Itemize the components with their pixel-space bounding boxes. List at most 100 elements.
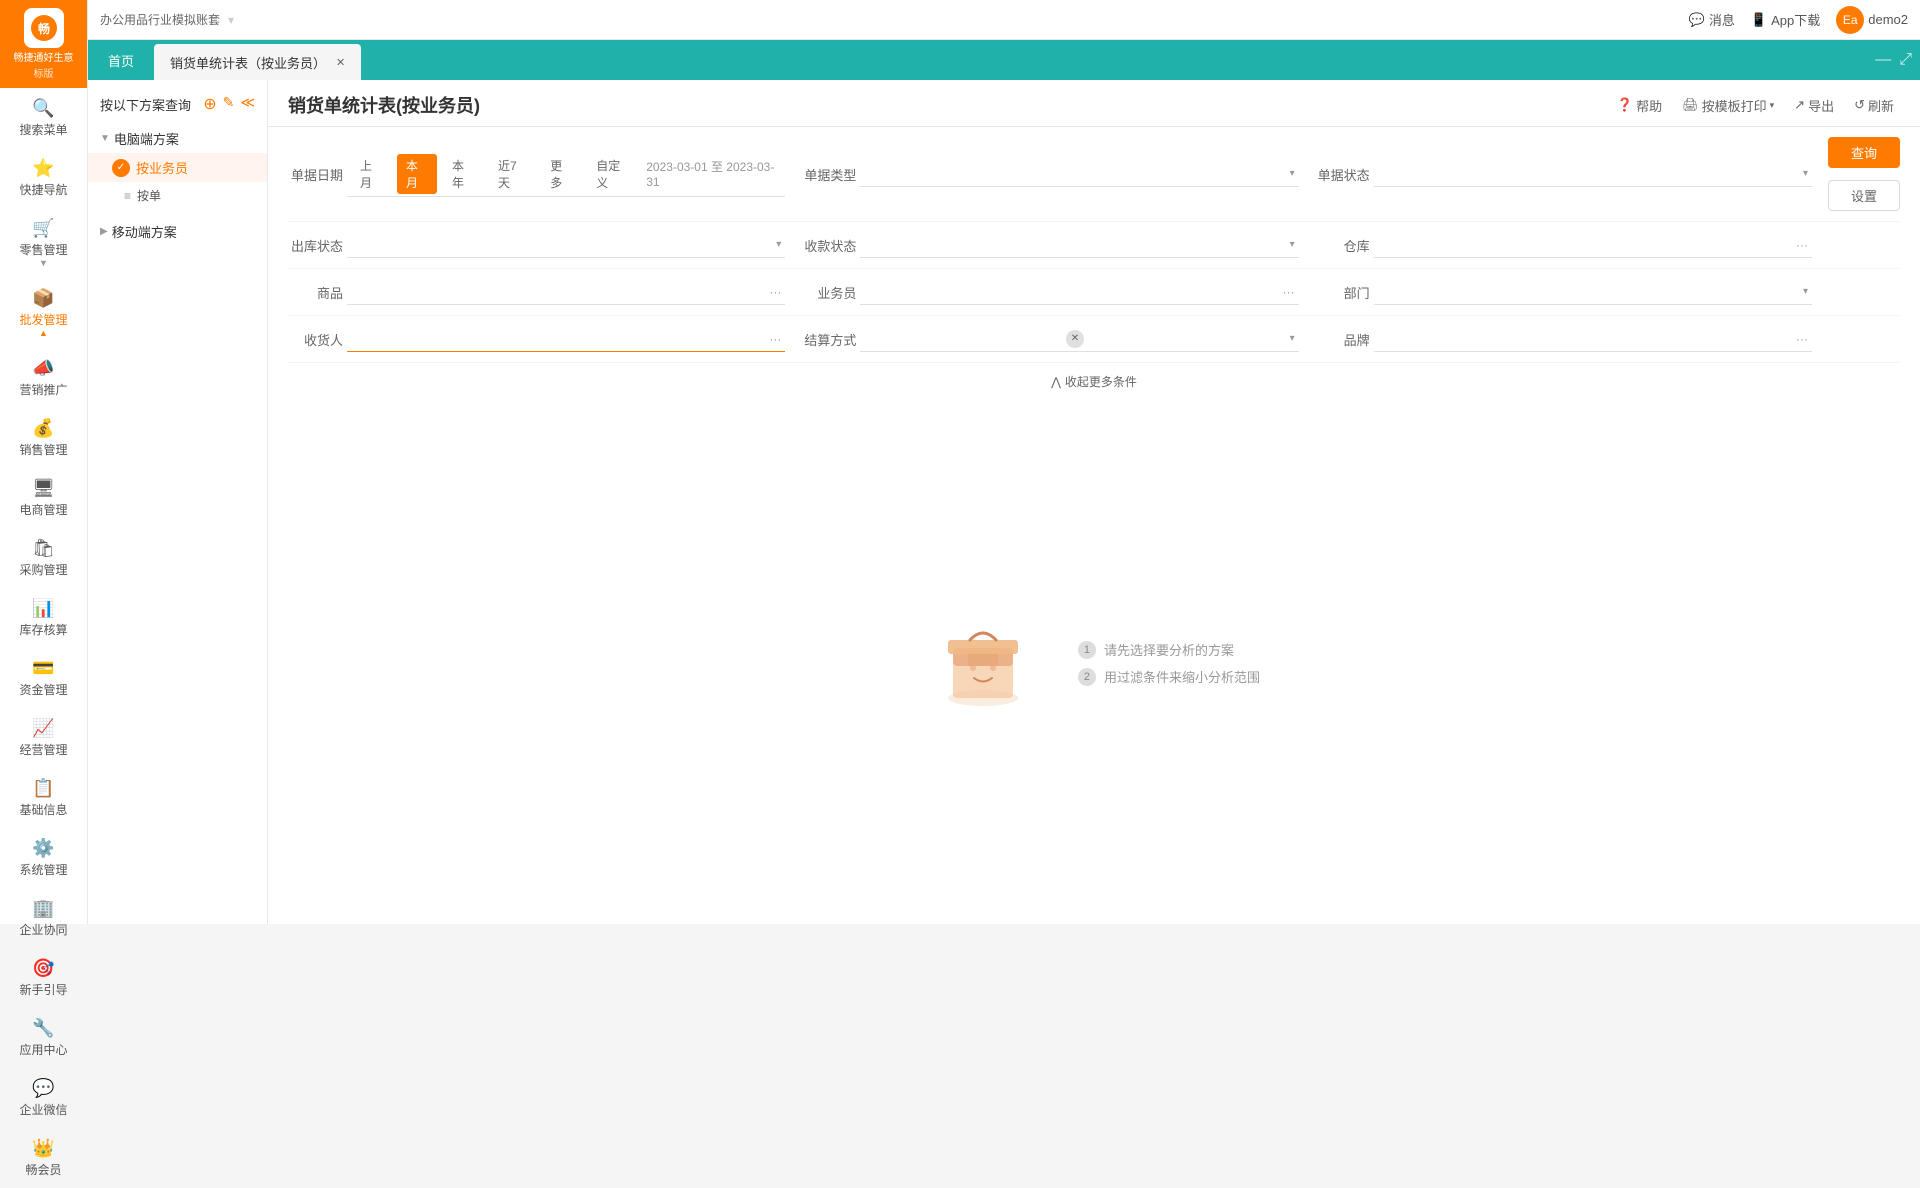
salesperson-dots[interactable]: ··· — [1283, 285, 1295, 299]
bill-type-select[interactable]: ▾ — [860, 161, 1298, 187]
tab-sales-stats[interactable]: 销货单统计表（按业务员） ✕ — [154, 44, 361, 80]
payment-label: 收款状态 — [801, 236, 856, 255]
tree-item-salesperson[interactable]: ✓ 按业务员 — [88, 153, 267, 182]
warehouse-dots[interactable]: ··· — [1796, 238, 1808, 252]
step-1-text: 请先选择要分析的方案 — [1104, 640, 1234, 659]
goods-select[interactable]: ··· — [347, 279, 785, 305]
step-2-text: 用过滤条件来缩小分析范围 — [1104, 667, 1260, 686]
purchase-icon: 🛍 — [32, 538, 55, 559]
sidebar-item-newbie[interactable]: 🎯 新手引导 — [0, 948, 87, 1008]
ecommerce-icon: 🖥 — [32, 478, 55, 499]
sidebar-item-retail-label: 零售管理 — [19, 241, 67, 258]
date-options: 上月 本月 本年 近7天 更多 自定义 — [351, 154, 638, 194]
tree-mobile-label[interactable]: ▶ 移动端方案 — [88, 217, 267, 246]
date-btn-this-month[interactable]: 本月 — [397, 154, 437, 194]
refresh-btn[interactable]: ↺ 刷新 — [1848, 93, 1900, 118]
sidebar-item-app-center[interactable]: 🔧 应用中心 — [0, 1008, 87, 1068]
receiver-label: 收货人 — [288, 330, 343, 349]
sidebar-item-ecommerce[interactable]: 🖥 电商管理 — [0, 468, 87, 528]
sales-icon: 💰 — [32, 418, 54, 439]
bill-status-select[interactable]: ▾ — [1374, 161, 1812, 187]
date-btn-more[interactable]: 更多 — [541, 154, 581, 194]
brand-dots[interactable]: ··· — [1796, 332, 1808, 346]
sidebar-item-basic-info[interactable]: 📋 基础信息 — [0, 768, 87, 828]
app-download-btn[interactable]: 📱 App下载 — [1751, 10, 1820, 29]
goods-dots[interactable]: ··· — [769, 285, 781, 299]
wechat-icon: 💬 — [32, 1078, 54, 1099]
print-icon: 🖨 — [1682, 97, 1699, 113]
wholesale-icon: 📦 — [32, 288, 54, 309]
date-range-text: 2023-03-01 至 2023-03-31 — [646, 158, 781, 189]
edit-scheme-icon[interactable]: ✎ — [223, 94, 235, 114]
right-content: 销货单统计表(按业务员) ❓ 帮助 🖨 按模板打印 ▾ ↗ 导出 — [268, 80, 1920, 924]
salesperson-select[interactable]: ··· — [860, 279, 1298, 305]
sidebar-item-member[interactable]: 👑 畅会员 — [0, 1128, 87, 1188]
tab-minimize-icon[interactable]: — — [1875, 51, 1891, 69]
outbound-arrow: ▾ — [776, 239, 781, 250]
date-btn-this-year[interactable]: 本年 — [443, 154, 483, 194]
page-actions: ❓ 帮助 🖨 按模板打印 ▾ ↗ 导出 ↺ 刷新 — [1611, 93, 1900, 118]
sidebar-item-retail[interactable]: 🛒 零售管理 ▼ — [0, 208, 87, 278]
sidebar-item-quick-nav[interactable]: ⭐ 快捷导航 — [0, 148, 87, 208]
export-icon: ↗ — [1794, 97, 1805, 113]
collapse-btn[interactable]: ⋀ 收起更多条件 — [1045, 367, 1143, 396]
help-label: 帮助 — [1636, 96, 1662, 115]
empty-illustration — [928, 608, 1038, 718]
tree-desktop-label[interactable]: ▼ 电脑端方案 — [88, 124, 267, 153]
tab-close-icon[interactable]: ✕ — [336, 56, 345, 69]
outbound-select[interactable]: ▾ — [347, 232, 785, 258]
department-select[interactable]: ▾ — [1374, 279, 1812, 305]
empty-step-1: 1 请先选择要分析的方案 — [1078, 640, 1260, 659]
refresh-label: 刷新 — [1868, 96, 1894, 115]
sidebar-item-enterprise[interactable]: 🏢 企业协同 — [0, 888, 87, 948]
date-label: 单据日期 — [288, 165, 343, 184]
collapse-panel-icon[interactable]: ≪ — [240, 94, 255, 114]
date-btn-last-month[interactable]: 上月 — [351, 154, 391, 194]
warehouse-select[interactable]: ··· — [1374, 232, 1812, 258]
tab-bar-right: — ⤢ — [1875, 51, 1920, 69]
settlement-clear-btn[interactable]: ✕ — [1066, 330, 1084, 348]
basic-info-icon: 📋 — [32, 778, 54, 799]
user-avatar[interactable]: Ea demo2 — [1836, 6, 1908, 34]
sidebar-item-purchase[interactable]: 🛍 采购管理 — [0, 528, 87, 588]
query-button[interactable]: 查询 — [1828, 137, 1900, 168]
print-btn[interactable]: 🖨 按模板打印 ▾ — [1676, 93, 1780, 118]
settings-button[interactable]: 设置 — [1828, 180, 1900, 211]
sidebar-item-sales-label: 销售管理 — [19, 441, 67, 458]
sidebar-item-sales[interactable]: 💰 销售管理 — [0, 408, 87, 468]
finance-icon: 💳 — [32, 658, 54, 679]
sidebar-item-wechat[interactable]: 💬 企业微信 — [0, 1068, 87, 1128]
sidebar-item-operations[interactable]: 📈 经营管理 — [0, 708, 87, 768]
active-dot: ✓ — [112, 159, 130, 177]
date-btn-7days[interactable]: 近7天 — [489, 154, 535, 194]
empty-content: 1 请先选择要分析的方案 2 用过滤条件来缩小分析范围 — [928, 608, 1260, 718]
export-btn[interactable]: ↗ 导出 — [1788, 93, 1840, 118]
tree-arrow-desktop: ▼ — [100, 133, 110, 144]
sidebar-item-wholesale[interactable]: 📦 批发管理 ▲ — [0, 278, 87, 348]
message-btn[interactable]: 💬 消息 — [1689, 10, 1735, 29]
receiver-dots[interactable]: ··· — [769, 332, 781, 346]
brand-select[interactable]: ··· — [1374, 326, 1812, 352]
sidebar-item-search[interactable]: 🔍 搜索菜单 — [0, 88, 87, 148]
tab-home[interactable]: 首页 — [88, 40, 154, 80]
breadcrumb-text: 办公用品行业模拟账套 — [100, 11, 220, 28]
sidebar-item-newbie-label: 新手引导 — [19, 981, 67, 998]
help-btn[interactable]: ❓ 帮助 — [1611, 93, 1668, 118]
payment-select[interactable]: ▾ — [860, 232, 1298, 258]
logo[interactable]: 畅 畅捷通好生意 标版 — [0, 0, 87, 88]
sidebar-item-system[interactable]: ⚙️ 系统管理 — [0, 828, 87, 888]
sidebar-item-wechat-label: 企业微信 — [19, 1101, 67, 1118]
department-arrow: ▾ — [1803, 286, 1808, 297]
tree-mobile: ▶ 移动端方案 — [88, 213, 267, 250]
receiver-input[interactable]: ··· — [347, 326, 785, 352]
tab-maximize-icon[interactable]: ⤢ — [1899, 51, 1912, 69]
add-scheme-icon[interactable]: ⊕ — [203, 94, 216, 114]
settlement-select[interactable]: ✕ ▾ — [860, 326, 1298, 352]
date-btn-custom[interactable]: 自定义 — [587, 154, 638, 194]
sidebar-item-marketing[interactable]: 📣 营销推广 — [0, 348, 87, 408]
warehouse-label: 仓库 — [1315, 236, 1370, 255]
tree-item-by-order[interactable]: ≡ 按单 — [88, 182, 267, 209]
sidebar-item-finance[interactable]: 💳 资金管理 — [0, 648, 87, 708]
tree-item-by-order-label: 按单 — [137, 187, 161, 204]
sidebar-item-inventory[interactable]: 📊 库存核算 — [0, 588, 87, 648]
